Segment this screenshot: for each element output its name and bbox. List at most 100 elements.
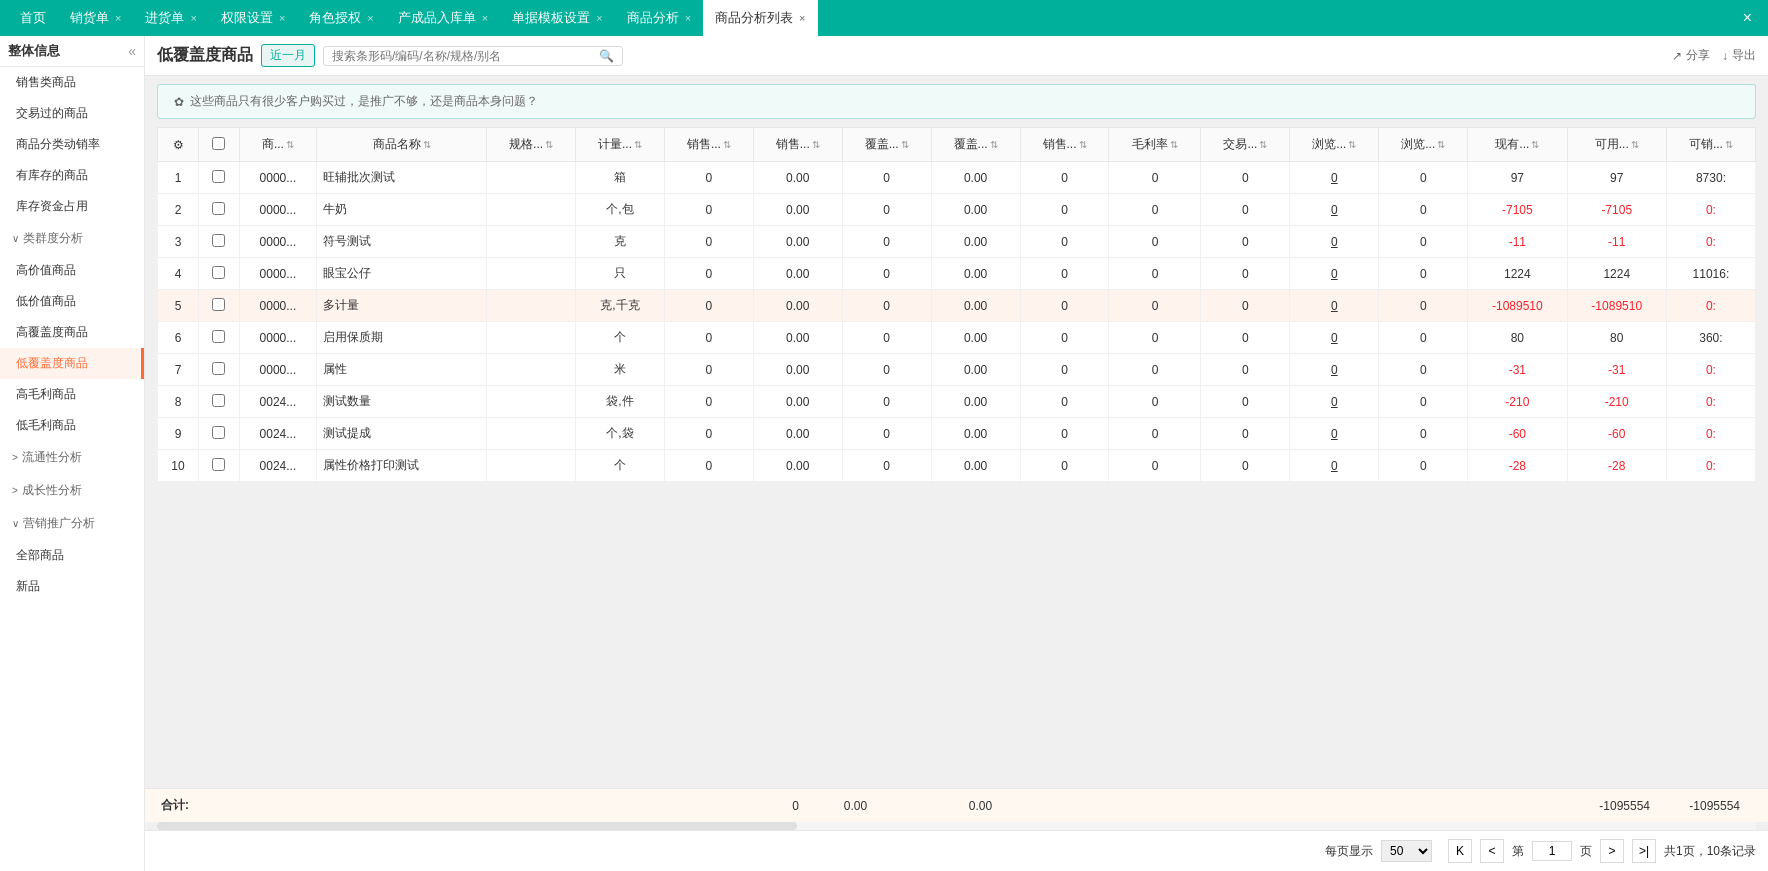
sidebar-item-low-margin[interactable]: 低毛利商品 [0,410,144,441]
spec-column-header[interactable]: 规格...⇅ [487,128,576,162]
sales3-column-header[interactable]: 销售...⇅ [1020,128,1109,162]
sidebar-item-high-value[interactable]: 高价值商品 [0,255,144,286]
row-browse1[interactable]: 0 [1290,194,1379,226]
last-page-button[interactable]: >| [1632,839,1656,863]
row-browse1[interactable]: 0 [1290,322,1379,354]
name-column-header[interactable]: 商品名称⇅ [317,128,487,162]
sales-amount-column-header[interactable]: 销售...⇅ [753,128,842,162]
row-unit: 个 [576,322,665,354]
nav-close-permission[interactable]: × [279,12,285,24]
page-suffix: 页 [1580,843,1592,860]
prev-page-button[interactable]: < [1480,839,1504,863]
current-column-header[interactable]: 现有...⇅ [1468,128,1567,162]
select-all-checkbox[interactable] [212,137,225,150]
available-column-header[interactable]: 可用...⇅ [1567,128,1666,162]
first-page-button[interactable]: K [1448,839,1472,863]
settings-column-header[interactable]: ⚙ [158,128,199,162]
row-saleable: 0: [1666,354,1755,386]
row-browse1[interactable]: 0 [1290,450,1379,482]
nav-permission-settings[interactable]: 权限设置 × [209,0,297,36]
nav-product-analysis-list[interactable]: 商品分析列表 × [703,0,817,36]
row-checkbox[interactable] [199,354,240,386]
row-browse1[interactable]: 0 [1290,386,1379,418]
row-saleable: 0: [1666,226,1755,258]
nav-close-template[interactable]: × [596,12,602,24]
next-page-button[interactable]: > [1600,839,1624,863]
gross-margin-column-header[interactable]: 毛利率⇅ [1109,128,1201,162]
nav-close-sales-order[interactable]: × [115,12,121,24]
page-number-input[interactable] [1532,841,1572,861]
code-column-header[interactable]: 商...⇅ [239,128,317,162]
sidebar-item-inventory-capital[interactable]: 库存资金占用 [0,191,144,222]
share-button[interactable]: ↗ 分享 [1672,47,1710,64]
sidebar-item-new-products[interactable]: 新品 [0,571,144,602]
row-unit: 克 [576,226,665,258]
row-sales-count: 0 [664,386,753,418]
row-checkbox[interactable] [199,386,240,418]
trade-column-header[interactable]: 交易...⇅ [1201,128,1290,162]
row-browse1[interactable]: 0 [1290,354,1379,386]
row-browse1[interactable]: 0 [1290,418,1379,450]
saleable-column-header[interactable]: 可销...⇅ [1666,128,1755,162]
row-unit: 个 [576,450,665,482]
sidebar-item-all-products[interactable]: 全部商品 [0,540,144,571]
nav-template-settings[interactable]: 单据模板设置 × [500,0,614,36]
nav-product-warehouse[interactable]: 产成品入库单 × [386,0,500,36]
nav-close-product-warehouse[interactable]: × [482,12,488,24]
nav-close-product-analysis[interactable]: × [685,12,691,24]
sidebar-item-inventory-products[interactable]: 有库存的商品 [0,160,144,191]
sidebar-section-growth-title[interactable]: > 成长性分析 [0,474,144,507]
page-size-select[interactable]: 50 20 100 [1381,840,1432,862]
row-checkbox[interactable] [199,194,240,226]
nav-close-purchase-order[interactable]: × [190,12,196,24]
row-checkbox[interactable] [199,258,240,290]
nav-role-auth[interactable]: 角色授权 × [297,0,385,36]
row-checkbox[interactable] [199,322,240,354]
sidebar-item-high-margin[interactable]: 高毛利商品 [0,379,144,410]
row-checkbox[interactable] [199,226,240,258]
sidebar-section-cluster-title[interactable]: ∨ 类群度分析 [0,222,144,255]
nav-product-analysis[interactable]: 商品分析 × [615,0,703,36]
nav-sales-order[interactable]: 销货单 × [58,0,133,36]
sidebar-item-traded-products[interactable]: 交易过的商品 [0,98,144,129]
cover1-column-header[interactable]: 覆盖...⇅ [842,128,931,162]
browse1-column-header[interactable]: 浏览...⇅ [1290,128,1379,162]
nav-home[interactable]: 首页 [8,0,58,36]
sidebar-item-low-coverage[interactable]: 低覆盖度商品 [0,348,144,379]
nav-close-role-auth[interactable]: × [367,12,373,24]
row-browse1[interactable]: 0 [1290,258,1379,290]
sidebar-item-product-category-rate[interactable]: 商品分类动销率 [0,129,144,160]
footer-label: 合计: [161,797,189,814]
nav-close-product-analysis-list[interactable]: × [799,12,805,24]
row-browse1[interactable]: 0 [1290,290,1379,322]
sales-count-column-header[interactable]: 销售...⇅ [664,128,753,162]
filter-button[interactable]: 近一月 [261,44,315,67]
search-input[interactable] [332,49,595,63]
cover2-column-header[interactable]: 覆盖...⇅ [931,128,1020,162]
sidebar-section-liquidity-title[interactable]: > 流通性分析 [0,441,144,474]
nav-close-all[interactable]: × [1735,9,1760,27]
row-browse1[interactable]: 0 [1290,226,1379,258]
row-sales-amount: 0.00 [753,386,842,418]
export-button[interactable]: ↓ 导出 [1722,47,1756,64]
row-unit: 只 [576,258,665,290]
sidebar-item-low-value[interactable]: 低价值商品 [0,286,144,317]
row-checkbox[interactable] [199,450,240,482]
unit-column-header[interactable]: 计量...⇅ [576,128,665,162]
sidebar-item-sales-products[interactable]: 销售类商品 [0,67,144,98]
sidebar-section-marketing-title[interactable]: ∨ 营销推广分析 [0,507,144,540]
scrollbar-track[interactable] [157,822,797,830]
row-checkbox[interactable] [199,290,240,322]
row-checkbox[interactable] [199,418,240,450]
row-checkbox[interactable] [199,162,240,194]
sidebar-item-high-coverage[interactable]: 高覆盖度商品 [0,317,144,348]
checkbox-column-header[interactable] [199,128,240,162]
sidebar-collapse-button[interactable]: « [128,43,136,59]
nav-purchase-order[interactable]: 进货单 × [133,0,208,36]
row-cover1: 0 [842,290,931,322]
row-code: 0000... [239,162,317,194]
browse2-column-header[interactable]: 浏览...⇅ [1379,128,1468,162]
row-code: 0000... [239,290,317,322]
row-browse1[interactable]: 0 [1290,162,1379,194]
horizontal-scrollbar[interactable] [157,822,1756,830]
